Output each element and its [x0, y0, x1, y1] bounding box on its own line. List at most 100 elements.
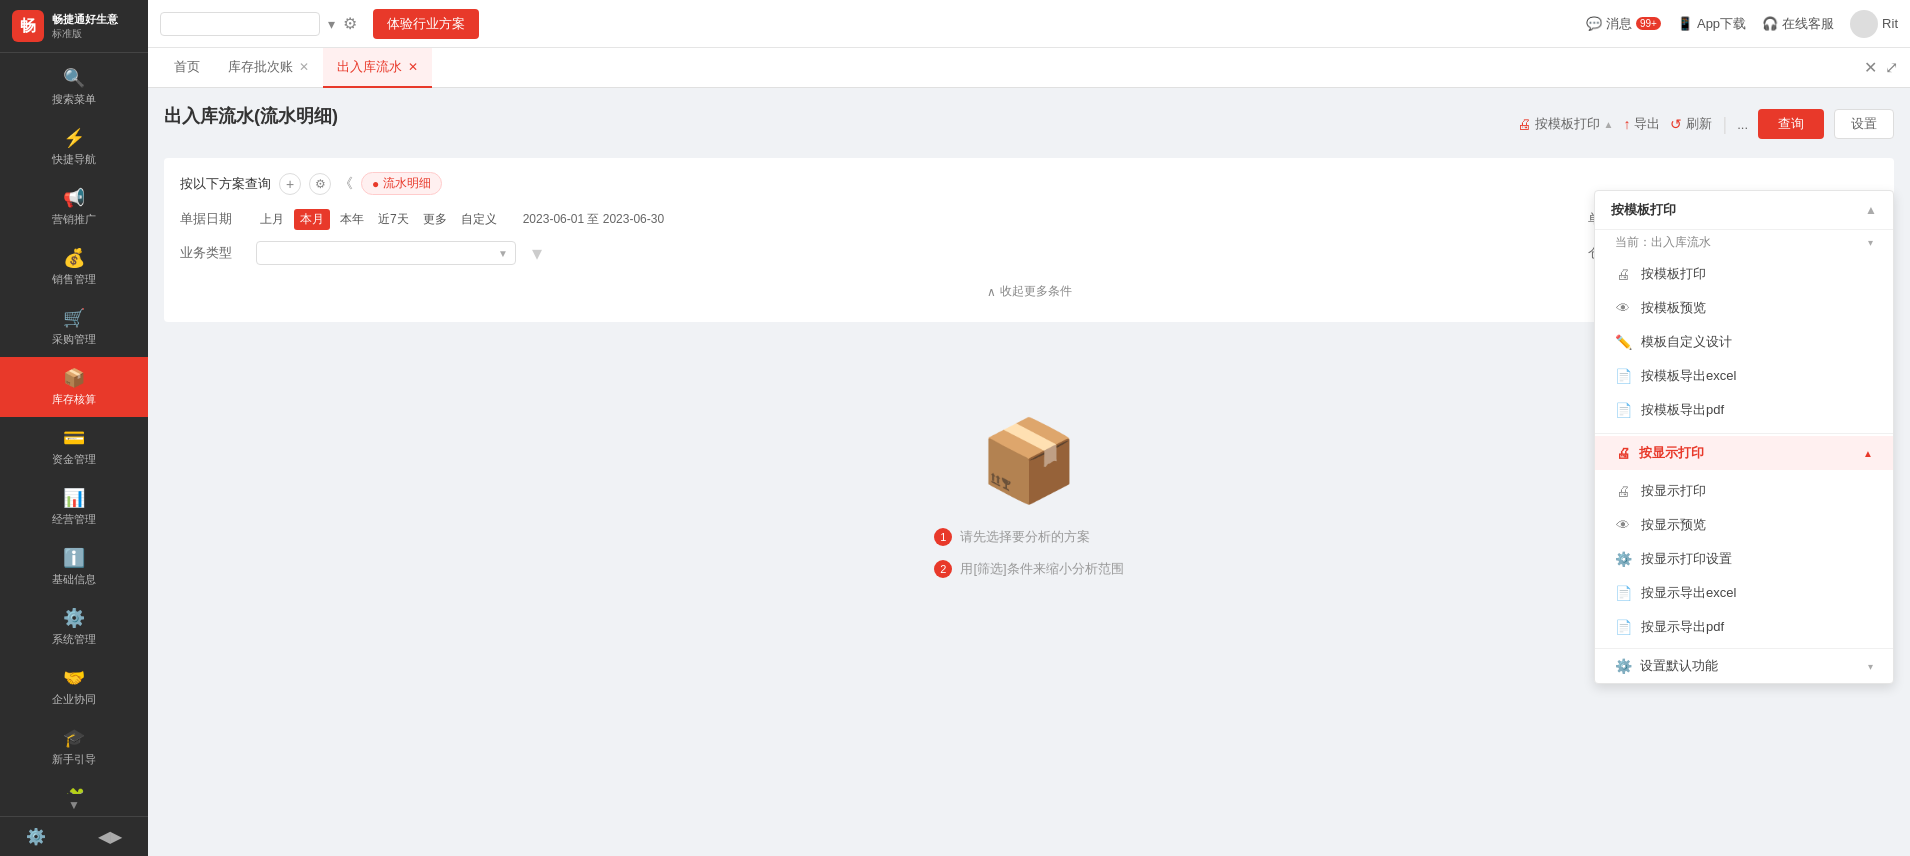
set-default-icon: ⚙️ — [1615, 658, 1632, 674]
dropdown-template-print[interactable]: 🖨 按模板打印 — [1595, 257, 1893, 291]
logo-text: 畅捷通好生意 标准版 — [52, 12, 118, 41]
filter-tag-icon: ● — [372, 177, 379, 191]
refresh-icon: ↺ — [1670, 116, 1682, 132]
tab-batch-close[interactable]: ✕ — [299, 60, 309, 74]
toolbar-print-arrow: ▲ — [1604, 119, 1614, 130]
filter-settings-btn[interactable]: ⚙ — [309, 173, 331, 195]
more-btn[interactable]: ... — [1737, 117, 1748, 132]
step-num-1: 1 — [934, 528, 952, 546]
sidebar-bottom: ⚙️ ◀▶ — [0, 816, 148, 856]
dropdown-template-export-pdf[interactable]: 📄 按模板导出pdf — [1595, 393, 1893, 427]
search-icon: 🔍 — [63, 67, 85, 89]
dropdown-display-export-excel[interactable]: 📄 按显示导出excel — [1595, 576, 1893, 610]
query-btn[interactable]: 查询 — [1758, 109, 1824, 139]
filter-header-label: 按以下方案查询 — [180, 175, 271, 193]
app-download-btn[interactable]: 📱 App下载 — [1677, 15, 1746, 33]
dropdown-footer-set-default[interactable]: ⚙️ 设置默认功能 ▾ — [1595, 648, 1893, 683]
dropdown-panel-arrow-icon[interactable]: ▲ — [1865, 203, 1877, 217]
sidebar-item-shortcut[interactable]: ⚡ 快捷导航 — [0, 117, 148, 177]
sidebar-item-operations[interactable]: 📊 经营管理 — [0, 477, 148, 537]
header-left: ▾ ⚙ 体验行业方案 — [160, 9, 479, 39]
date-btn-more[interactable]: 更多 — [419, 209, 451, 230]
dropdown-template-export-excel[interactable]: 📄 按模板导出excel — [1595, 359, 1893, 393]
sidebar-logo: 畅 畅捷通好生意 标准版 — [0, 0, 148, 53]
sidebar-item-apps[interactable]: 🧩 应用中心 — [0, 777, 148, 794]
dropdown-display-export-pdf[interactable]: 📄 按显示导出pdf — [1595, 610, 1893, 644]
dropdown-display-header[interactable]: 🖨 按显示打印 ▲ — [1595, 436, 1893, 470]
logo-icon: 畅 — [12, 10, 44, 42]
message-icon: 💬 — [1586, 16, 1602, 31]
export-btn[interactable]: ↑ 导出 — [1623, 115, 1660, 133]
display-section-arrow[interactable]: ▲ — [1863, 448, 1873, 459]
export-icon: ↑ — [1623, 116, 1630, 132]
filter-business-type-select[interactable] — [256, 241, 516, 265]
dropdown-current-arrow[interactable]: ▾ — [1868, 237, 1873, 248]
header-search-input[interactable] — [160, 12, 320, 36]
filter-tag: ● 流水明细 — [361, 172, 442, 195]
print-icon: 🖨 — [1517, 116, 1531, 132]
dropdown-divider — [1595, 433, 1893, 434]
sales-icon: 💰 — [63, 247, 85, 269]
empty-step-1: 1 请先选择要分析的方案 — [934, 524, 1123, 550]
header-gear-icon[interactable]: ⚙ — [343, 14, 357, 33]
sidebar-item-marketing[interactable]: 📢 营销推广 — [0, 177, 148, 237]
filter-business-down-icon[interactable]: ▾ — [532, 241, 542, 265]
dropdown-footer-arrow-icon: ▾ — [1868, 661, 1873, 672]
sidebar-item-inventory[interactable]: 📦 库存核算 — [0, 357, 148, 417]
dropdown-display-preview[interactable]: 👁 按显示预览 — [1595, 508, 1893, 542]
dropdown-template-preview[interactable]: 👁 按模板预览 — [1595, 291, 1893, 325]
filter-business-type-wrapper — [256, 241, 516, 265]
operations-icon: 📊 — [63, 487, 85, 509]
dropdown-template-custom[interactable]: ✏️ 模板自定义设计 — [1595, 325, 1893, 359]
filter-collapse-btn[interactable]: 《 — [339, 175, 353, 193]
print-template-btn[interactable]: 🖨 按模板打印 ▲ — [1517, 115, 1614, 133]
sidebar-item-search[interactable]: 🔍 搜索菜单 — [0, 57, 148, 117]
sidebar-item-sales[interactable]: 💰 销售管理 — [0, 237, 148, 297]
date-btn-last-month[interactable]: 上月 — [256, 209, 288, 230]
tabs-close-icon[interactable]: ✕ — [1864, 58, 1877, 77]
filter-add-btn[interactable]: + — [279, 173, 301, 195]
finance-icon: 💳 — [63, 427, 85, 449]
dropdown-display-print-settings[interactable]: ⚙️ 按显示打印设置 — [1595, 542, 1893, 576]
tabs-expand-icon[interactable]: ⤢ — [1885, 58, 1898, 77]
chevron-up-icon: ∧ — [987, 285, 996, 299]
tab-flow-close[interactable]: ✕ — [408, 60, 418, 74]
chevron-down-icon: ▼ — [68, 798, 80, 812]
page-content: 出入库流水(流水明细) 🖨 按模板打印 ▲ ↑ 导出 ↺ 刷新 | ... — [148, 88, 1910, 856]
template-excel-icon: 📄 — [1615, 368, 1631, 384]
avatar — [1850, 10, 1878, 38]
sidebar-item-purchase[interactable]: 🛒 采购管理 — [0, 297, 148, 357]
setup-btn[interactable]: 设置 — [1834, 109, 1894, 139]
collapse-icon[interactable]: ◀▶ — [98, 827, 122, 846]
step-num-2: 2 — [934, 560, 952, 578]
empty-steps: 1 请先选择要分析的方案 2 用[筛选]条件来缩小分析范围 — [934, 524, 1123, 588]
settings-icon[interactable]: ⚙️ — [26, 827, 46, 846]
date-btn-this-year[interactable]: 本年 — [336, 209, 368, 230]
tab-flow[interactable]: 出入库流水 ✕ — [323, 48, 432, 88]
dropdown-display-print[interactable]: 🖨 按显示打印 — [1595, 474, 1893, 508]
date-btn-7days[interactable]: 近7天 — [374, 209, 413, 230]
sidebar-item-finance[interactable]: 💳 资金管理 — [0, 417, 148, 477]
sidebar-nav: 🔍 搜索菜单 ⚡ 快捷导航 📢 营销推广 💰 销售管理 🛒 采购管理 📦 库存核… — [0, 53, 148, 794]
inventory-icon: 📦 — [63, 367, 85, 389]
message-btn[interactable]: 💬 消息 99+ — [1586, 15, 1661, 33]
tab-batch[interactable]: 库存批次账 ✕ — [214, 48, 323, 88]
user-avatar-area[interactable]: Rit — [1850, 10, 1898, 38]
sidebar-item-cooperation[interactable]: 🤝 企业协同 — [0, 657, 148, 717]
sidebar-item-system[interactable]: ⚙️ 系统管理 — [0, 597, 148, 657]
date-btn-custom[interactable]: 自定义 — [457, 209, 501, 230]
sidebar-scroll-down[interactable]: ▼ — [0, 794, 148, 816]
tab-home[interactable]: 首页 — [160, 48, 214, 88]
purchase-icon: 🛒 — [63, 307, 85, 329]
tabs-bar: 首页 库存批次账 ✕ 出入库流水 ✕ ✕ ⤢ — [148, 48, 1910, 88]
online-service-btn[interactable]: 🎧 在线客服 — [1762, 15, 1834, 33]
display-print-icon: 🖨 — [1615, 483, 1631, 499]
sidebar-item-basic[interactable]: ℹ️ 基础信息 — [0, 537, 148, 597]
refresh-btn[interactable]: ↺ 刷新 — [1670, 115, 1712, 133]
date-btn-this-month[interactable]: 本月 — [294, 209, 330, 230]
header-dropdown-icon[interactable]: ▾ — [328, 16, 335, 32]
headset-icon: 🎧 — [1762, 16, 1778, 31]
sidebar-item-guide[interactable]: 🎓 新手引导 — [0, 717, 148, 777]
industry-btn[interactable]: 体验行业方案 — [373, 9, 479, 39]
display-section-icon: 🖨 — [1615, 445, 1631, 461]
